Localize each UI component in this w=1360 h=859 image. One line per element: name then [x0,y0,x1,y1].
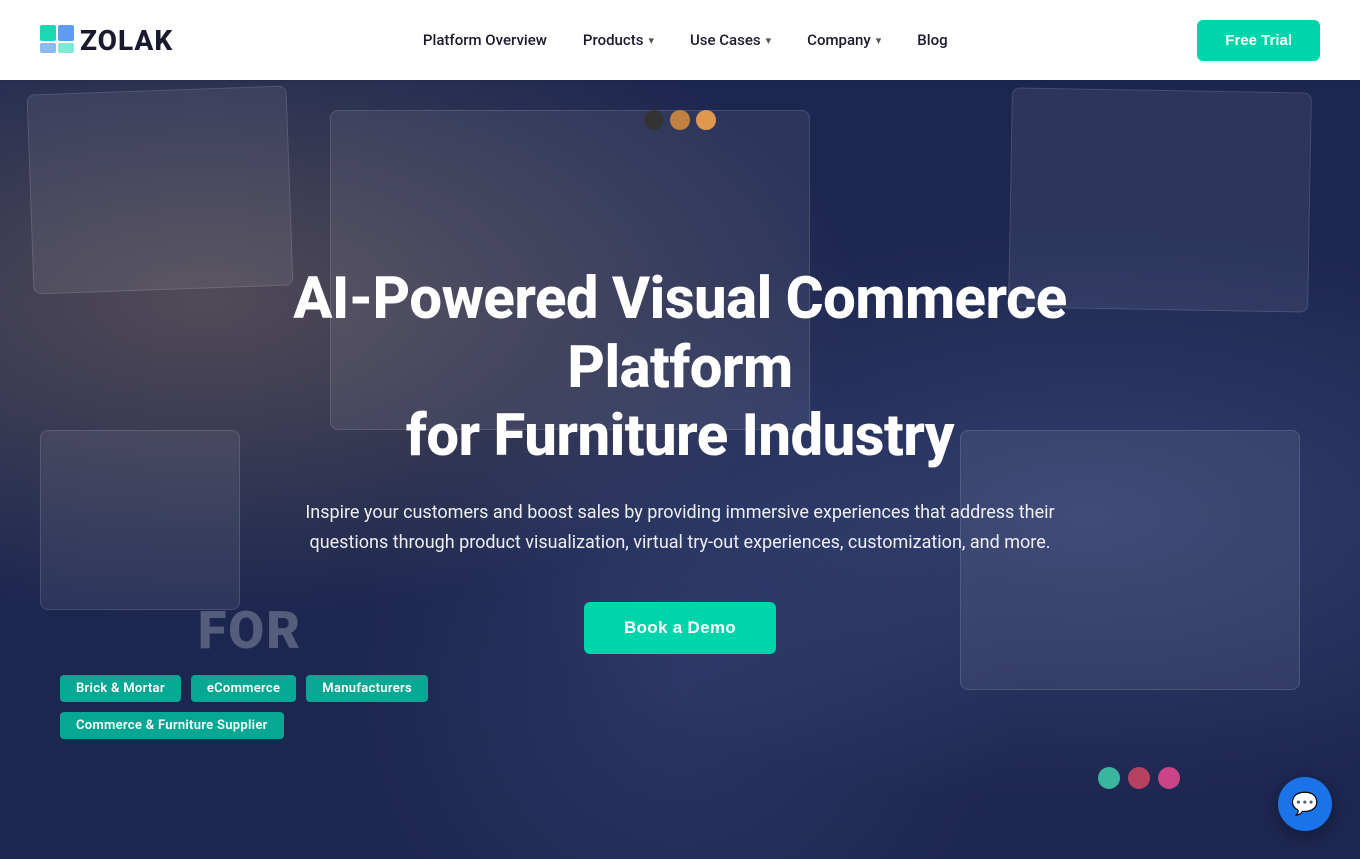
company-chevron-icon: ▾ [876,34,882,47]
hero-title: AI-Powered Visual Commerce Platform for … [260,265,1100,470]
chat-widget[interactable]: 💬 [1278,777,1332,831]
logo[interactable]: ZOLAK [40,24,173,57]
logo-text: ZOLAK [80,24,173,57]
nav-blog[interactable]: Blog [917,31,947,49]
tag-commerce-supplier: Commerce & Furniture Supplier [60,712,284,739]
screen-overlay-1 [27,86,294,295]
circle-2 [1128,767,1150,789]
swatch-1 [644,110,664,130]
swatch-3 [696,110,716,130]
book-demo-button[interactable]: Book a Demo [584,602,776,654]
bottom-circles [1098,767,1180,789]
hero-section: AI-Powered Visual Commerce Platform for … [0,0,1360,859]
main-nav: Platform Overview Products ▾ Use Cases ▾… [423,31,948,49]
circle-3 [1158,767,1180,789]
logo-icon [40,25,76,55]
products-chevron-icon: ▾ [648,34,654,47]
hero-content: AI-Powered Visual Commerce Platform for … [200,265,1160,654]
nav-platform-overview[interactable]: Platform Overview [423,31,547,49]
tag-ecommerce: eCommerce [191,675,296,702]
header: ZOLAK Platform Overview Products ▾ Use C… [0,0,1360,80]
nav-products[interactable]: Products ▾ [583,31,654,49]
circle-1 [1098,767,1120,789]
color-swatches [644,110,716,130]
tag-brick-mortar: Brick & Mortar [60,675,181,702]
tag-manufacturers: Manufacturers [306,675,428,702]
free-trial-button[interactable]: Free Trial [1197,20,1320,61]
swatch-2 [670,110,690,130]
nav-use-cases[interactable]: Use Cases ▾ [690,31,771,49]
bottom-labels: FOR Brick & Mortar eCommerce Manufacture… [60,600,440,739]
use-cases-chevron-icon: ▾ [766,34,772,47]
hero-subtitle: Inspire your customers and boost sales b… [300,498,1060,557]
nav-company[interactable]: Company ▾ [807,31,881,49]
chat-icon: 💬 [1291,792,1318,817]
label-tags: Brick & Mortar eCommerce Manufacturers C… [60,675,440,739]
for-label: FOR [60,600,440,661]
